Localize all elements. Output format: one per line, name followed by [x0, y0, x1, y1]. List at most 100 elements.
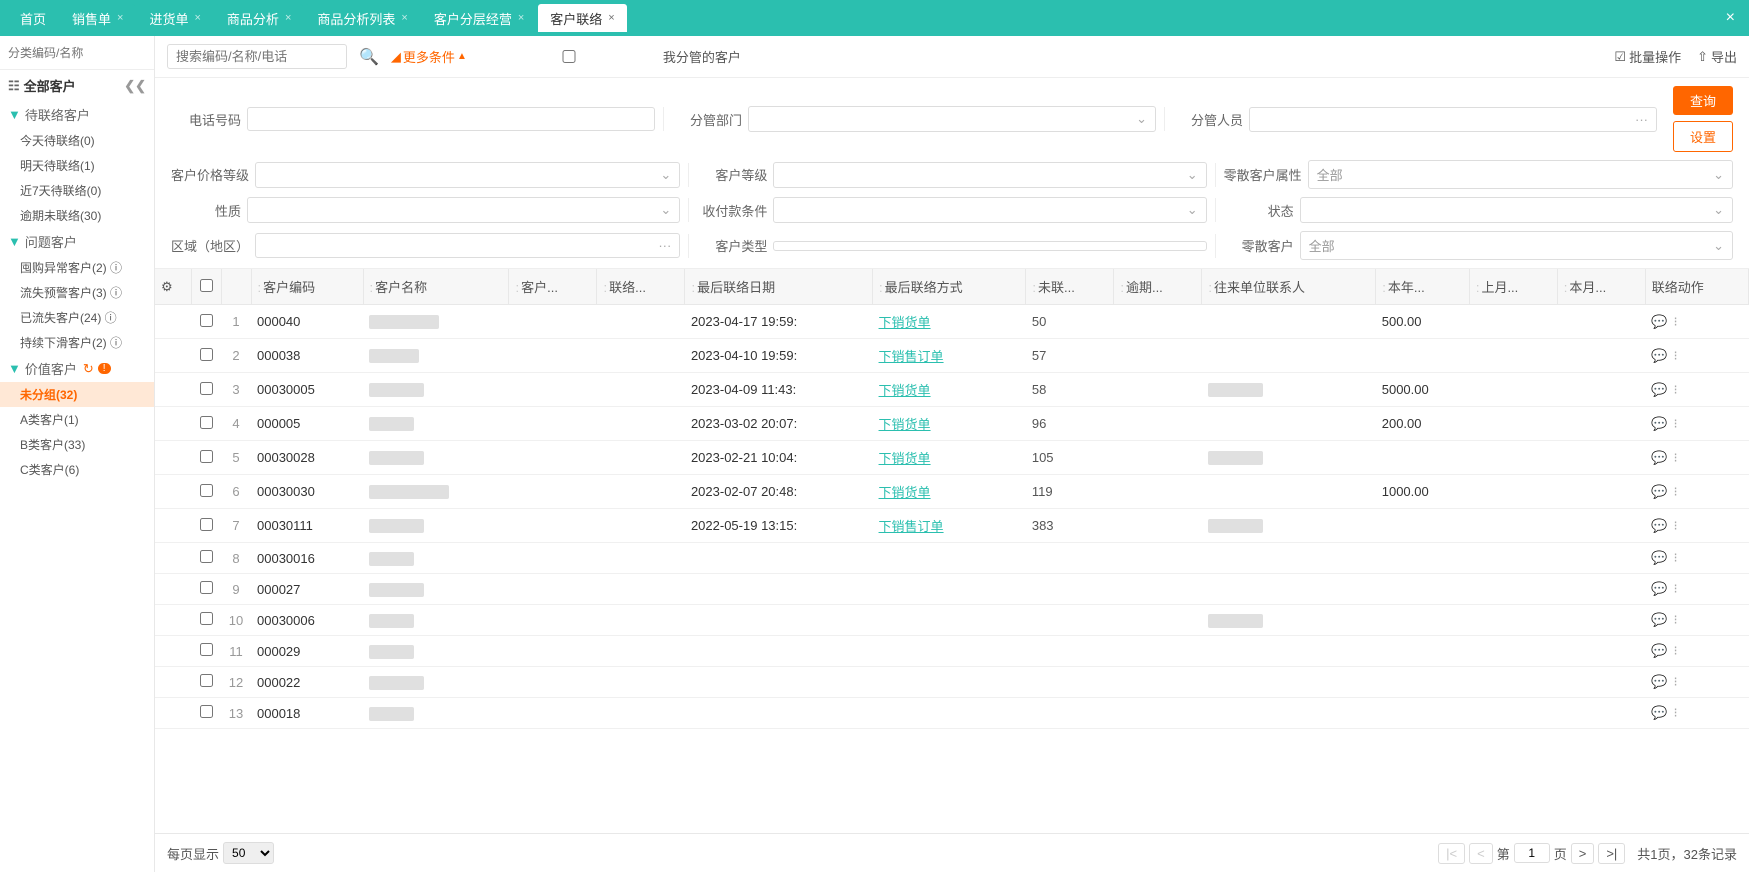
th-last-date[interactable]: :最后联络日期 — [685, 269, 873, 305]
th-overdue[interactable]: :逾期... — [1114, 269, 1202, 305]
tab-product-analysis-list[interactable]: 商品分析列表 × — [305, 4, 419, 32]
td-checkbox[interactable] — [191, 574, 221, 605]
tab-customer-contact[interactable]: 客户联络 × — [538, 4, 626, 32]
sidebar-item-a-class[interactable]: A类客户(1) — [0, 407, 154, 432]
td-checkbox[interactable] — [191, 698, 221, 729]
refresh-icon[interactable]: ↻ — [83, 361, 94, 377]
select-price-grade[interactable]: ⌄ — [255, 162, 680, 188]
row-checkbox[interactable] — [200, 348, 213, 361]
grid-action-icon[interactable]: ⁝ — [1673, 643, 1677, 659]
more-conditions-btn[interactable]: ◢ 更多条件 ▲ — [391, 47, 467, 66]
search-input[interactable] — [167, 44, 347, 69]
export-btn[interactable]: ⇧ 导出 — [1697, 47, 1737, 66]
row-checkbox[interactable] — [200, 484, 213, 497]
method-link[interactable]: 下销货单 — [879, 315, 931, 330]
th-customer-type[interactable]: :客户... — [509, 269, 597, 305]
sidebar-item-warning[interactable]: 流失预警客户(3) ⓘ — [0, 280, 154, 305]
chat-icon[interactable]: 💬 — [1651, 643, 1667, 659]
sidebar-collapse-btn[interactable]: ❮❮ — [124, 78, 146, 94]
batch-op-btn[interactable]: ☑ 批量操作 — [1614, 47, 1681, 66]
sidebar-item-tomorrow[interactable]: 明天待联络(1) — [0, 153, 154, 178]
chat-icon[interactable]: 💬 — [1651, 518, 1667, 534]
row-checkbox[interactable] — [200, 314, 213, 327]
select-sparse-cust[interactable]: 全部 ⌄ — [1300, 231, 1733, 260]
row-checkbox[interactable] — [200, 643, 213, 656]
row-checkbox[interactable] — [200, 612, 213, 625]
last-page-btn[interactable]: >| — [1598, 843, 1625, 864]
chat-icon[interactable]: 💬 — [1651, 314, 1667, 330]
row-checkbox[interactable] — [200, 550, 213, 563]
select-status[interactable]: ⌄ — [1300, 197, 1733, 223]
sidebar-group-value[interactable]: ▼ 价值客户 ↻ ! — [0, 355, 154, 382]
th-this-year[interactable]: :本年... — [1376, 269, 1470, 305]
grid-action-icon[interactable]: ⁝ — [1673, 348, 1677, 364]
th-checkbox[interactable] — [191, 269, 221, 305]
select-all-checkbox[interactable] — [200, 279, 213, 292]
close-product-analysis-tab[interactable]: × — [285, 12, 291, 24]
chat-icon[interactable]: 💬 — [1651, 581, 1667, 597]
grid-action-icon[interactable]: ⁝ — [1673, 581, 1677, 597]
first-page-btn[interactable]: |< — [1438, 843, 1465, 864]
select-sparse-attr[interactable]: 全部 ⌄ — [1308, 160, 1733, 189]
sidebar-group-pending[interactable]: ▼ 待联络客户 — [0, 101, 154, 128]
sidebar-item-declining[interactable]: 持续下滑客户(2) ⓘ — [0, 330, 154, 355]
chat-icon[interactable]: 💬 — [1651, 674, 1667, 690]
th-contact[interactable]: :联络... — [597, 269, 685, 305]
row-checkbox[interactable] — [200, 518, 213, 531]
close-customer-tier-tab[interactable]: × — [518, 12, 524, 24]
prev-page-btn[interactable]: < — [1469, 843, 1493, 864]
sidebar-search-input[interactable] — [8, 46, 155, 60]
td-checkbox[interactable] — [191, 636, 221, 667]
grid-action-icon[interactable]: ⁝ — [1673, 612, 1677, 628]
sidebar-item-overdue[interactable]: 逾期未联络(30) — [0, 203, 154, 228]
chat-icon[interactable]: 💬 — [1651, 484, 1667, 500]
td-checkbox[interactable] — [191, 509, 221, 543]
row-checkbox[interactable] — [200, 581, 213, 594]
method-link[interactable]: 下销货单 — [879, 451, 931, 466]
sidebar-item-abnormal[interactable]: 囤购异常客户(2) ⓘ — [0, 255, 154, 280]
sidebar-item-lost[interactable]: 已流失客户(24) ⓘ — [0, 305, 154, 330]
select-nature[interactable]: ⌄ — [247, 197, 680, 223]
select-region[interactable]: ··· — [255, 233, 680, 258]
select-person[interactable]: ··· — [1249, 107, 1657, 132]
th-last-method[interactable]: :最后联络方式 — [873, 269, 1026, 305]
tab-sales[interactable]: 销售单 × — [60, 4, 135, 32]
td-checkbox[interactable] — [191, 475, 221, 509]
tab-customer-tier[interactable]: 客户分层经营 × — [422, 4, 536, 32]
tab-product-analysis[interactable]: 商品分析 × — [215, 4, 303, 32]
chat-icon[interactable]: 💬 — [1651, 612, 1667, 628]
row-checkbox[interactable] — [200, 450, 213, 463]
close-sales-tab[interactable]: × — [117, 12, 123, 24]
page-input[interactable] — [1514, 843, 1550, 863]
sidebar-all-customers[interactable]: ☷ 全部客户 ❮❮ — [0, 70, 154, 101]
td-checkbox[interactable] — [191, 407, 221, 441]
row-checkbox[interactable] — [200, 382, 213, 395]
input-phone[interactable] — [247, 107, 655, 131]
method-link[interactable]: 下销货单 — [879, 417, 931, 432]
method-link[interactable]: 下销售订单 — [879, 349, 944, 364]
chat-icon[interactable]: 💬 — [1651, 705, 1667, 721]
grid-action-icon[interactable]: ⁝ — [1673, 416, 1677, 432]
chat-icon[interactable]: 💬 — [1651, 382, 1667, 398]
reset-btn[interactable]: 设置 — [1673, 121, 1733, 152]
chat-icon[interactable]: 💬 — [1651, 416, 1667, 432]
close-purchase-tab[interactable]: × — [194, 12, 200, 24]
grid-action-icon[interactable]: ⁝ — [1673, 705, 1677, 721]
select-dept[interactable]: ⌄ — [748, 106, 1156, 132]
td-checkbox[interactable] — [191, 339, 221, 373]
th-contact-person[interactable]: :往来单位联系人 — [1202, 269, 1376, 305]
search-btn[interactable]: 🔍 — [359, 47, 379, 67]
row-checkbox[interactable] — [200, 674, 213, 687]
chat-icon[interactable]: 💬 — [1651, 450, 1667, 466]
sidebar-group-problem[interactable]: ▼ 问题客户 — [0, 228, 154, 255]
sidebar-item-c-class[interactable]: C类客户(6) — [0, 457, 154, 482]
sidebar-item-ungroup[interactable]: 未分组(32) — [0, 382, 154, 407]
th-this-month[interactable]: :本月... — [1557, 269, 1645, 305]
sidebar-item-today[interactable]: 今天待联络(0) — [0, 128, 154, 153]
grid-action-icon[interactable]: ⁝ — [1673, 484, 1677, 500]
th-not-contacted[interactable]: :未联... — [1026, 269, 1114, 305]
sidebar-item-b-class[interactable]: B类客户(33) — [0, 432, 154, 457]
td-checkbox[interactable] — [191, 605, 221, 636]
close-customer-contact-tab[interactable]: × — [608, 12, 614, 24]
grid-action-icon[interactable]: ⁝ — [1673, 518, 1677, 534]
